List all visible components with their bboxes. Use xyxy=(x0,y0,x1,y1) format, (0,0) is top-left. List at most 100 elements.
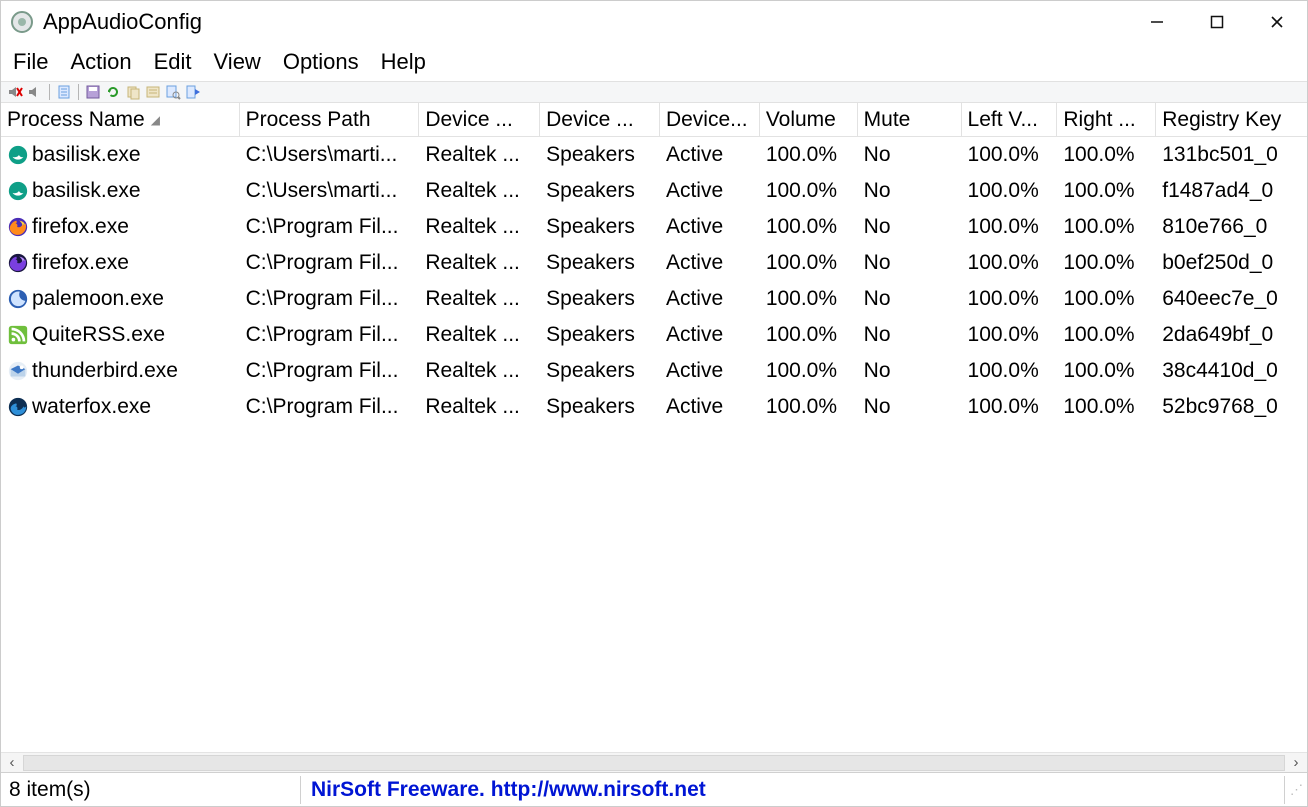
col-device-state[interactable]: Device... xyxy=(660,103,760,136)
copy-icon[interactable] xyxy=(125,84,141,100)
col-mute[interactable]: Mute xyxy=(858,103,962,136)
cell-mute: No xyxy=(858,357,962,385)
horizontal-scrollbar[interactable]: ‹ › xyxy=(1,752,1307,772)
process-name-text: waterfox.exe xyxy=(32,395,151,419)
table-row[interactable]: basilisk.exeC:\Users\marti...Realtek ...… xyxy=(1,173,1307,209)
scroll-left-icon[interactable]: ‹ xyxy=(1,754,23,771)
process-name-text: firefox.exe xyxy=(32,251,129,275)
table-row[interactable]: firefox.exeC:\Program Fil...Realtek ...S… xyxy=(1,245,1307,281)
cell-volume: 100.0% xyxy=(760,357,858,385)
cell-device-name: Realtek ... xyxy=(419,393,540,421)
table-row[interactable]: palemoon.exeC:\Program Fil...Realtek ...… xyxy=(1,281,1307,317)
process-name-text: thunderbird.exe xyxy=(32,359,178,383)
table-row[interactable]: basilisk.exe C:\Users\marti...Realtek ...… xyxy=(1,137,1307,173)
menubar: File Action Edit View Options Help xyxy=(1,43,1307,81)
table-row[interactable]: firefox.exeC:\Program Fil...Realtek ...S… xyxy=(1,209,1307,245)
statusbar: 8 item(s) NirSoft Freeware. http://www.n… xyxy=(1,772,1307,806)
cell-process-name: QuiteRSS.exe xyxy=(1,321,240,349)
cell-device-type: Speakers xyxy=(540,285,660,313)
cell-process-path: C:\Program Fil... xyxy=(240,249,420,277)
cell-process-name: firefox.exe xyxy=(1,213,240,241)
col-device-type[interactable]: Device ... xyxy=(540,103,660,136)
menu-action[interactable]: Action xyxy=(66,47,135,77)
find-icon[interactable] xyxy=(165,84,181,100)
cell-mute: No xyxy=(858,285,962,313)
cell-process-name: basilisk.exe xyxy=(1,141,240,169)
cell-volume: 100.0% xyxy=(760,177,858,205)
cell-volume: 100.0% xyxy=(760,321,858,349)
status-item-count: 8 item(s) xyxy=(1,776,301,804)
cell-right-volume: 100.0% xyxy=(1057,177,1156,205)
table-row[interactable]: thunderbird.exeC:\Program Fil...Realtek … xyxy=(1,353,1307,389)
cell-device-type: Speakers xyxy=(540,141,660,169)
cell-process-path: C:\Users\marti... xyxy=(240,141,420,169)
cell-right-volume: 100.0% xyxy=(1057,141,1156,169)
cell-mute: No xyxy=(858,321,962,349)
table-row[interactable]: QuiteRSS.exeC:\Program Fil...Realtek ...… xyxy=(1,317,1307,353)
process-icon xyxy=(6,251,30,275)
cell-process-path: C:\Program Fil... xyxy=(240,357,420,385)
toolbar-separator xyxy=(78,84,79,100)
table-row[interactable]: waterfox.exeC:\Program Fil...Realtek ...… xyxy=(1,389,1307,425)
cell-device-state: Active xyxy=(660,213,760,241)
process-icon xyxy=(6,215,30,239)
cell-registry-key: 2da649bf_0 xyxy=(1156,321,1307,349)
col-registry-key[interactable]: Registry Key xyxy=(1156,103,1307,136)
cell-device-type: Speakers xyxy=(540,321,660,349)
process-name-text: basilisk.exe xyxy=(32,179,141,203)
process-icon xyxy=(6,395,30,419)
save-icon[interactable] xyxy=(85,84,101,100)
mute-icon[interactable] xyxy=(7,84,23,100)
col-volume[interactable]: Volume xyxy=(760,103,858,136)
cell-left-volume: 100.0% xyxy=(962,393,1058,421)
minimize-button[interactable] xyxy=(1127,1,1187,43)
menu-file[interactable]: File xyxy=(9,47,52,77)
speaker-icon[interactable] xyxy=(27,84,43,100)
resize-grip-icon[interactable]: ⋰ xyxy=(1285,782,1307,798)
cell-right-volume: 100.0% xyxy=(1057,357,1156,385)
cell-registry-key: 52bc9768_0 xyxy=(1156,393,1307,421)
cell-volume: 100.0% xyxy=(760,213,858,241)
col-process-name[interactable]: Process Name◢ xyxy=(1,103,240,136)
menu-edit[interactable]: Edit xyxy=(150,47,196,77)
scroll-track[interactable] xyxy=(23,755,1285,771)
cell-volume: 100.0% xyxy=(760,141,858,169)
cell-device-name: Realtek ... xyxy=(419,285,540,313)
process-icon xyxy=(6,179,30,203)
cell-right-volume: 100.0% xyxy=(1057,249,1156,277)
col-right-volume[interactable]: Right ... xyxy=(1057,103,1156,136)
cell-device-state: Active xyxy=(660,321,760,349)
cell-device-state: Active xyxy=(660,285,760,313)
col-left-volume[interactable]: Left V... xyxy=(962,103,1058,136)
document-icon[interactable] xyxy=(56,84,72,100)
process-name-text: QuiteRSS.exe xyxy=(32,323,165,347)
refresh-icon[interactable] xyxy=(105,84,121,100)
col-device-name[interactable]: Device ... xyxy=(419,103,540,136)
cell-device-name: Realtek ... xyxy=(419,141,540,169)
process-icon xyxy=(6,323,30,347)
exit-icon[interactable] xyxy=(185,84,201,100)
scroll-right-icon[interactable]: › xyxy=(1285,754,1307,771)
cell-mute: No xyxy=(858,393,962,421)
menu-help[interactable]: Help xyxy=(377,47,430,77)
cell-device-type: Speakers xyxy=(540,177,660,205)
process-icon xyxy=(6,143,30,167)
cell-left-volume: 100.0% xyxy=(962,285,1058,313)
cell-process-path: C:\Program Fil... xyxy=(240,285,420,313)
menu-view[interactable]: View xyxy=(210,47,265,77)
properties-icon[interactable] xyxy=(145,84,161,100)
cell-process-name: thunderbird.exe xyxy=(1,357,240,385)
cell-registry-key: 640eec7e_0 xyxy=(1156,285,1307,313)
menu-options[interactable]: Options xyxy=(279,47,363,77)
cell-device-state: Active xyxy=(660,177,760,205)
window-controls xyxy=(1127,1,1307,43)
col-process-path[interactable]: Process Path xyxy=(240,103,420,136)
process-name-text: basilisk.exe xyxy=(32,143,141,167)
cell-volume: 100.0% xyxy=(760,249,858,277)
cell-mute: No xyxy=(858,141,962,169)
cell-device-state: Active xyxy=(660,141,760,169)
cell-device-type: Speakers xyxy=(540,393,660,421)
maximize-button[interactable] xyxy=(1187,1,1247,43)
close-button[interactable] xyxy=(1247,1,1307,43)
cell-device-type: Speakers xyxy=(540,357,660,385)
